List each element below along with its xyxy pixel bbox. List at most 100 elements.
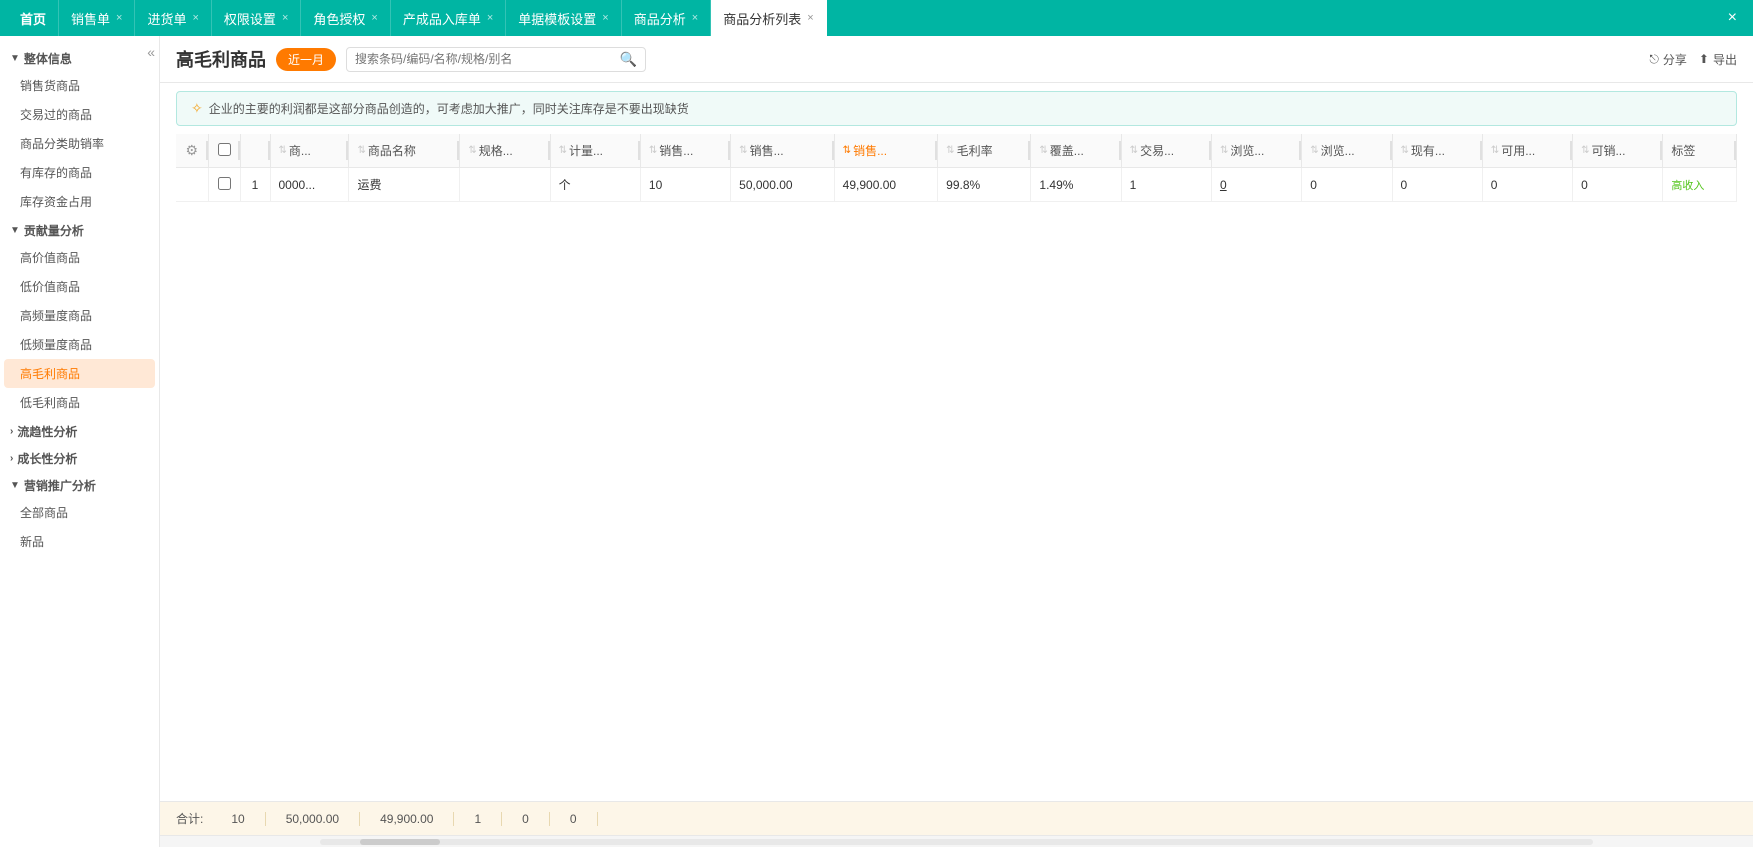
trend-analysis-arrow: ›	[10, 426, 13, 437]
sidebar-item-goods-assist-rate[interactable]: 商品分类助销率	[0, 129, 159, 158]
row-sales-amount-cell: 50,000.00	[731, 168, 835, 202]
sidebar-item-inventory-occupation[interactable]: 库存资金占用	[0, 187, 159, 216]
col-available1[interactable]: ⇅ 现有...	[1392, 134, 1482, 168]
close-permission-settings[interactable]: ×	[282, 12, 288, 24]
close-product-entry[interactable]: ×	[487, 12, 493, 24]
row-tag-cell: 高收入	[1663, 168, 1737, 202]
export-icon: ⬆	[1699, 52, 1709, 66]
row-browse1-cell[interactable]: 0	[1211, 168, 1301, 202]
col-tag[interactable]: 标签	[1663, 134, 1737, 168]
column-settings-icon[interactable]: ⚙	[185, 142, 198, 158]
sidebar-item-high-value-goods[interactable]: 高价值商品	[0, 243, 159, 272]
sidebar-item-low-freq-goods[interactable]: 低频量度商品	[0, 330, 159, 359]
col-name[interactable]: ⇅ 商品名称	[349, 134, 460, 168]
col-sales-profit[interactable]: ⇅ 销售...	[834, 134, 938, 168]
footer-cell-transaction: 1	[454, 812, 502, 826]
nav-tab-product-analysis[interactable]: 商品分析 ×	[622, 0, 711, 36]
scrollbar-thumb[interactable]	[360, 839, 440, 845]
footer-cell-browse1: 0	[502, 812, 550, 826]
sort-icon-coverage: ⇅	[1039, 145, 1047, 156]
share-button[interactable]: ⎋ 分享	[1649, 51, 1687, 68]
sidebar-collapse-button[interactable]: «	[147, 44, 155, 60]
sidebar-group-contribution-analysis[interactable]: ▼ 贡献量分析	[0, 216, 159, 243]
row-transaction-cell: 1	[1121, 168, 1211, 202]
export-button[interactable]: ⬆ 导出	[1699, 51, 1737, 68]
sidebar-item-low-margin-goods[interactable]: 低毛利商品	[0, 388, 159, 417]
sort-icon-transaction: ⇅	[1130, 145, 1138, 156]
nav-tab-product-analysis-list[interactable]: 商品分析列表 ×	[711, 0, 826, 36]
horizontal-scrollbar[interactable]	[160, 835, 1753, 847]
row-sales-profit-cell: 49,900.00	[834, 168, 938, 202]
growth-analysis-arrow: ›	[10, 453, 13, 464]
col-browse2[interactable]: ⇅ 浏览...	[1302, 134, 1392, 168]
col-coverage[interactable]: ⇅ 覆盖...	[1031, 134, 1121, 168]
col-spec[interactable]: ⇅ 规格...	[460, 134, 550, 168]
sidebar-group-overall-info[interactable]: ▼ 整体信息	[0, 44, 159, 71]
contribution-analysis-arrow: ▼	[10, 225, 20, 236]
col-transaction[interactable]: ⇅ 交易...	[1121, 134, 1211, 168]
content-area: 高毛利商品 近一月 🔍 ⎋ 分享 ⬆ 导出 ✧ 企业的主要的利润都是这部分商品创…	[160, 36, 1753, 847]
nav-tab-product-entry[interactable]: 产成品入库单 ×	[391, 0, 506, 36]
sidebar-item-high-margin-goods[interactable]: 高毛利商品	[4, 359, 155, 388]
sidebar-group-growth-analysis[interactable]: › 成长性分析	[0, 444, 159, 471]
sort-icon-available2: ⇅	[1491, 145, 1499, 156]
sort-icon-sellable: ⇅	[1581, 145, 1589, 156]
scrollbar-track[interactable]	[320, 839, 1593, 845]
row-browse2-cell: 0	[1302, 168, 1392, 202]
sort-icon-available1: ⇅	[1401, 145, 1409, 156]
close-role-permission[interactable]: ×	[371, 12, 377, 24]
sidebar-item-new-goods[interactable]: 新品	[0, 527, 159, 556]
nav-tab-permission-settings[interactable]: 权限设置 ×	[212, 0, 301, 36]
col-available2[interactable]: ⇅ 可用...	[1482, 134, 1572, 168]
sidebar-item-high-freq-goods[interactable]: 高频量度商品	[0, 301, 159, 330]
table-container[interactable]: ⚙ ⇅ 商...	[160, 134, 1753, 801]
sidebar-item-sales-goods[interactable]: 销售货商品	[0, 71, 159, 100]
sidebar-item-traded-goods[interactable]: 交易过的商品	[0, 100, 159, 129]
footer-cells: 10 50,000.00 49,900.00 1 0 0	[211, 812, 597, 826]
close-product-analysis[interactable]: ×	[692, 12, 698, 24]
close-product-analysis-list[interactable]: ×	[807, 12, 813, 24]
search-box[interactable]: 🔍	[346, 47, 646, 72]
sidebar-item-all-goods[interactable]: 全部商品	[0, 498, 159, 527]
header-actions: ⎋ 分享 ⬆ 导出	[1649, 51, 1737, 68]
row-checkbox-cell[interactable]	[208, 168, 240, 202]
search-icon[interactable]: 🔍	[620, 51, 637, 68]
col-gross-margin[interactable]: ⇅ 毛利率	[938, 134, 1031, 168]
col-browse1[interactable]: ⇅ 浏览...	[1211, 134, 1301, 168]
col-sales-amount[interactable]: ⇅ 销售...	[731, 134, 835, 168]
row-name-cell: 运费	[349, 168, 460, 202]
row-available1-cell: 0	[1392, 168, 1482, 202]
main-layout: « ▼ 整体信息 销售货商品 交易过的商品 商品分类助销率 有库存的商品 库存资…	[0, 36, 1753, 847]
filter-recent-month-button[interactable]: 近一月	[276, 48, 336, 71]
sidebar-item-low-value-goods[interactable]: 低价值商品	[0, 272, 159, 301]
sidebar-group-marketing-analysis[interactable]: ▼ 营销推广分析	[0, 471, 159, 498]
close-form-template[interactable]: ×	[602, 12, 608, 24]
sort-icon-sales-profit: ⇅	[843, 145, 851, 156]
col-code[interactable]: ⇅ 商...	[270, 134, 349, 168]
close-all-tabs-button[interactable]: ×	[1720, 9, 1745, 27]
nav-tab-role-permission[interactable]: 角色授权 ×	[301, 0, 390, 36]
nav-tab-home[interactable]: 首页	[8, 0, 59, 36]
sidebar-group-trend-analysis[interactable]: › 流趋性分析	[0, 417, 159, 444]
nav-tab-sales-order[interactable]: 销售单 ×	[59, 0, 135, 36]
row-unit-cell: 个	[550, 168, 640, 202]
close-purchase-order[interactable]: ×	[192, 12, 198, 24]
col-unit[interactable]: ⇅ 计量...	[550, 134, 640, 168]
nav-tab-form-template[interactable]: 单据模板设置 ×	[506, 0, 621, 36]
sidebar-item-stocked-goods[interactable]: 有库存的商品	[0, 158, 159, 187]
sort-icon-browse1: ⇅	[1220, 145, 1228, 156]
close-sales-order[interactable]: ×	[116, 12, 122, 24]
col-sellable[interactable]: ⇅ 可销...	[1573, 134, 1663, 168]
overall-info-arrow: ▼	[10, 53, 20, 64]
select-all-checkbox[interactable]	[218, 143, 231, 156]
col-seq	[240, 134, 270, 168]
search-input[interactable]	[355, 52, 620, 66]
col-settings[interactable]: ⚙	[176, 134, 208, 168]
info-icon: ✧	[191, 100, 203, 117]
row-spec-cell	[460, 168, 550, 202]
col-sales-qty[interactable]: ⇅ 销售...	[640, 134, 730, 168]
col-checkbox[interactable]	[208, 134, 240, 168]
nav-tab-purchase-order[interactable]: 进货单 ×	[135, 0, 211, 36]
table-header-row: ⚙ ⇅ 商...	[176, 134, 1737, 168]
row-checkbox[interactable]	[218, 177, 231, 190]
